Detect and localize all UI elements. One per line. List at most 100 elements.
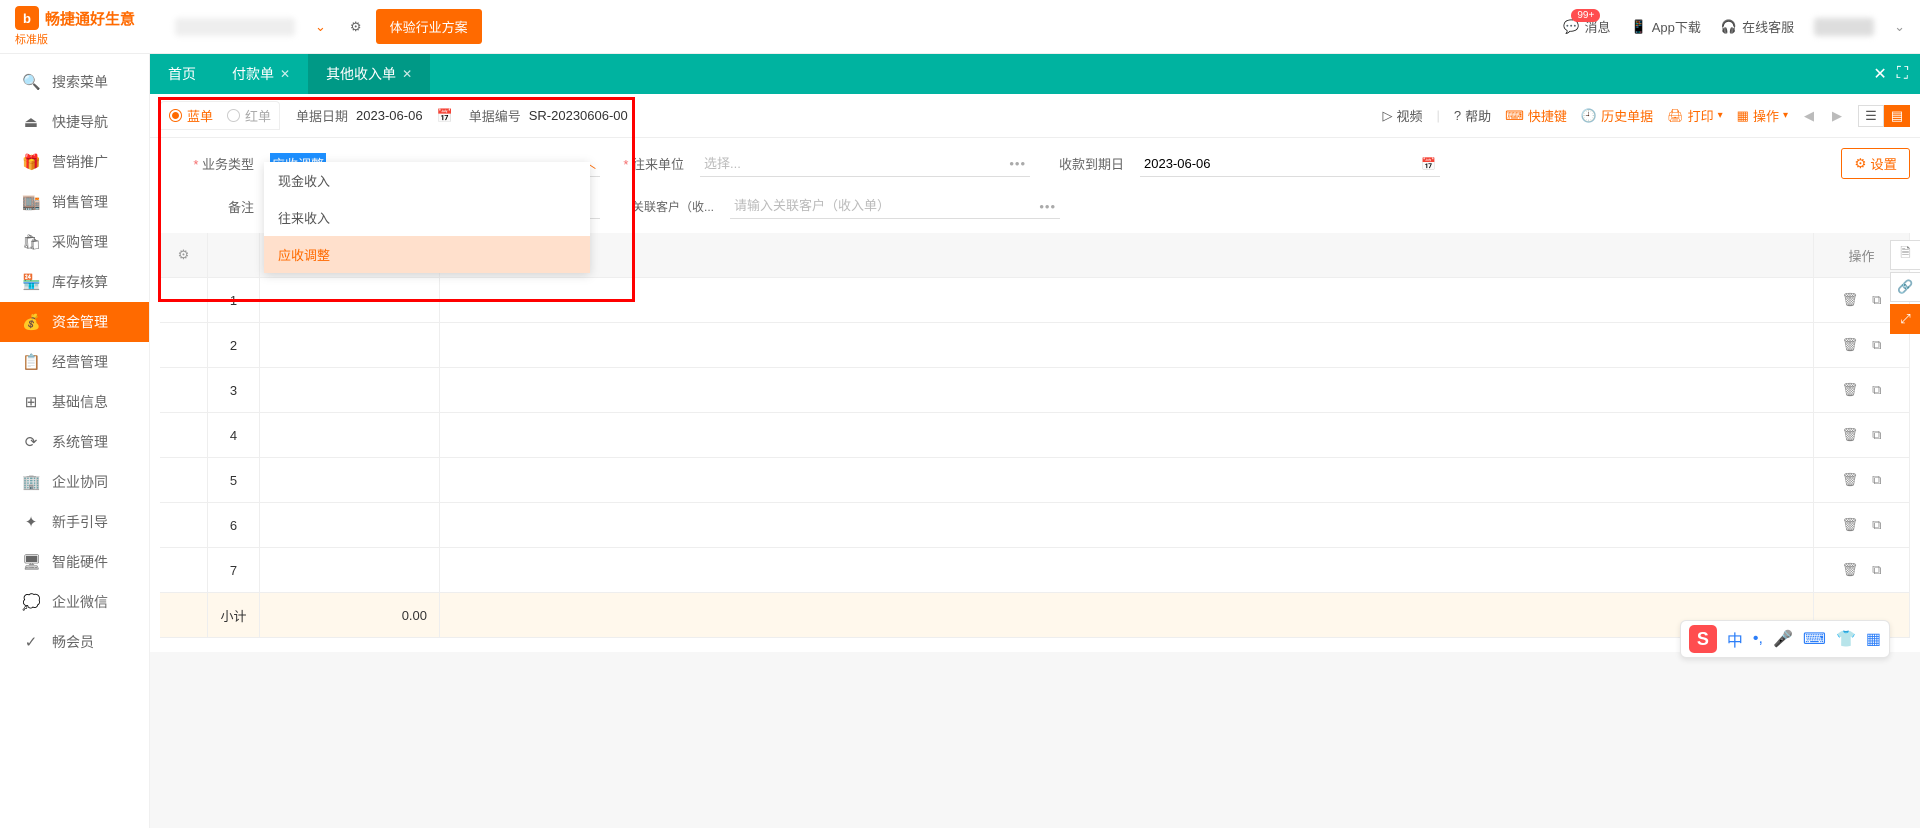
- sidebar-item-search[interactable]: 🔍搜索菜单: [0, 62, 149, 102]
- calendar-icon[interactable]: 📅: [437, 108, 453, 124]
- print-icon: 🖨: [1667, 108, 1684, 124]
- table-row[interactable]: 5🗑⧉: [160, 458, 1910, 503]
- copy-row-icon[interactable]: ⧉: [1872, 517, 1881, 533]
- delete-row-icon[interactable]: 🗑: [1842, 427, 1859, 443]
- ime-toolbox-icon[interactable]: ▦: [1866, 629, 1881, 649]
- settings-icon[interactable]: ⚙: [350, 19, 362, 35]
- sidebar-item-label: 资金管理: [52, 312, 108, 332]
- ime-lang[interactable]: 中: [1727, 627, 1743, 651]
- rs-tab-attach-icon[interactable]: 🔗: [1890, 272, 1920, 302]
- video-help[interactable]: ▷视频: [1382, 106, 1422, 125]
- sidebar-item-bldg[interactable]: 🏢企业协同: [0, 462, 149, 502]
- dropdown-option[interactable]: 应收调整: [264, 236, 590, 273]
- sidebar-item-store[interactable]: 🏪库存核算: [0, 262, 149, 302]
- radio-blue-label: 蓝单: [187, 106, 213, 125]
- delete-row-icon[interactable]: 🗑: [1842, 562, 1859, 578]
- table-row[interactable]: 1🗑⧉: [160, 278, 1910, 323]
- biz-type-dropdown[interactable]: 现金收入往来收入应收调整: [264, 162, 590, 273]
- download-label: App下载: [1652, 17, 1701, 36]
- next-doc-icon[interactable]: ▶: [1830, 108, 1844, 124]
- table-settings-icon[interactable]: ⚙: [160, 233, 208, 277]
- rs-tab-expand-icon[interactable]: ⤢: [1890, 304, 1920, 334]
- dropdown-option[interactable]: 往来收入: [264, 199, 590, 236]
- ime-skin-icon[interactable]: 👕: [1836, 629, 1856, 649]
- copy-row-icon[interactable]: ⧉: [1872, 562, 1881, 578]
- delete-row-icon[interactable]: 🗑: [1842, 472, 1859, 488]
- sidebar-item-shop[interactable]: 🏬销售管理: [0, 182, 149, 222]
- unit-label: 往来单位: [610, 154, 690, 173]
- tab-close-icon[interactable]: ✕: [280, 67, 290, 81]
- tab-close-all-icon[interactable]: ✕: [1873, 64, 1886, 84]
- online-service-link[interactable]: 🎧 在线客服: [1721, 17, 1794, 36]
- sidebar-item-piggy[interactable]: 💰资金管理: [0, 302, 149, 342]
- copy-row-icon[interactable]: ⧉: [1872, 337, 1881, 353]
- help-link[interactable]: ?帮助: [1454, 106, 1491, 125]
- history-link[interactable]: 🕘历史单据: [1581, 106, 1653, 125]
- user-name-blurred[interactable]: [1814, 18, 1874, 36]
- more-icon[interactable]: •••: [1009, 156, 1026, 171]
- sidebar-item-gift[interactable]: 🎁营销推广: [0, 142, 149, 182]
- unit-select[interactable]: •••: [700, 151, 1030, 177]
- table-row[interactable]: 3🗑⧉: [160, 368, 1910, 413]
- tab[interactable]: 其他收入单✕: [308, 54, 430, 94]
- calendar-icon[interactable]: 📅: [1421, 157, 1436, 171]
- user-dropdown-icon[interactable]: ⌄: [1894, 19, 1905, 35]
- tab-close-icon[interactable]: ✕: [402, 67, 412, 81]
- cta-button[interactable]: 体验行业方案: [376, 9, 482, 44]
- due-date-field[interactable]: 📅: [1140, 151, 1440, 177]
- sidebar-item-bag[interactable]: 🛍采购管理: [0, 222, 149, 262]
- sidebar-item-star[interactable]: ✦新手引导: [0, 502, 149, 542]
- table-row[interactable]: 4🗑⧉: [160, 413, 1910, 458]
- ime-keyboard-icon[interactable]: ⌨: [1803, 629, 1826, 649]
- sidebar-item-v[interactable]: ✓畅会员: [0, 622, 149, 662]
- more-icon[interactable]: •••: [1039, 199, 1056, 214]
- radio-red[interactable]: 红单: [227, 106, 271, 125]
- action-link[interactable]: ▦操作▾: [1737, 106, 1788, 125]
- detail-table: ⚙ ⇅*收 操作 1🗑⧉2🗑⧉3🗑⧉4🗑⧉5🗑⧉6🗑⧉7🗑⧉ 小计 0.00: [160, 233, 1910, 638]
- table-row[interactable]: 2🗑⧉: [160, 323, 1910, 368]
- copy-row-icon[interactable]: ⧉: [1872, 382, 1881, 398]
- related-label: 关联客户（收...: [610, 198, 720, 215]
- due-date-input[interactable]: [1140, 151, 1440, 177]
- ime-toolbar[interactable]: S 中 •, 🎤 ⌨ 👕 ▦: [1680, 620, 1890, 658]
- delete-row-icon[interactable]: 🗑: [1842, 292, 1859, 308]
- rs-tab-note-icon[interactable]: 🗎: [1890, 240, 1920, 270]
- view-list-icon[interactable]: ☰: [1858, 105, 1884, 127]
- dropdown-option[interactable]: 现金收入: [264, 162, 590, 199]
- ime-punct-icon[interactable]: •,: [1753, 630, 1763, 648]
- related-input[interactable]: [730, 193, 1060, 219]
- copy-row-icon[interactable]: ⧉: [1872, 427, 1881, 443]
- ime-mic-icon[interactable]: 🎤: [1773, 629, 1793, 649]
- sidebar-item-loop[interactable]: ⟳系统管理: [0, 422, 149, 462]
- tab[interactable]: 付款单✕: [214, 54, 308, 94]
- sidebar-item-home[interactable]: ⏏快捷导航: [0, 102, 149, 142]
- print-link[interactable]: 🖨打印▾: [1667, 106, 1723, 125]
- org-dropdown-icon[interactable]: ⌄: [315, 19, 326, 35]
- sidebar-item-doc[interactable]: 📋经营管理: [0, 342, 149, 382]
- sidebar-item-grid[interactable]: ⊞基础信息: [0, 382, 149, 422]
- prev-doc-icon[interactable]: ◀: [1802, 108, 1816, 124]
- table-row[interactable]: 6🗑⧉: [160, 503, 1910, 548]
- delete-row-icon[interactable]: 🗑: [1842, 517, 1859, 533]
- radio-blue[interactable]: 蓝单: [169, 106, 213, 125]
- tab[interactable]: 首页: [150, 54, 214, 94]
- copy-row-icon[interactable]: ⧉: [1872, 472, 1881, 488]
- messages-link[interactable]: 99+ 💬 消息: [1563, 17, 1610, 36]
- copy-row-icon[interactable]: ⧉: [1872, 292, 1881, 308]
- view-card-icon[interactable]: ▤: [1884, 105, 1910, 127]
- doc-no-value: SR-20230606-00: [529, 108, 628, 123]
- sidebar-item-system[interactable]: 🖥智能硬件: [0, 542, 149, 582]
- settings-button[interactable]: ⚙设置: [1841, 148, 1910, 179]
- app-download-link[interactable]: 📱 App下载: [1631, 17, 1701, 36]
- related-field[interactable]: •••: [730, 193, 1060, 219]
- doc-date-value[interactable]: 2023-06-06: [356, 108, 423, 123]
- sidebar-item-msg[interactable]: 💭企业微信: [0, 582, 149, 622]
- v-icon: ✓: [22, 633, 40, 651]
- table-row[interactable]: 7🗑⧉: [160, 548, 1910, 593]
- sidebar-item-label: 采购管理: [52, 232, 108, 252]
- unit-input[interactable]: [700, 151, 1030, 177]
- delete-row-icon[interactable]: 🗑: [1842, 382, 1859, 398]
- shortcut-link[interactable]: ⌨快捷键: [1505, 106, 1567, 125]
- delete-row-icon[interactable]: 🗑: [1842, 337, 1859, 353]
- tab-expand-icon[interactable]: ⛶: [1897, 65, 1908, 83]
